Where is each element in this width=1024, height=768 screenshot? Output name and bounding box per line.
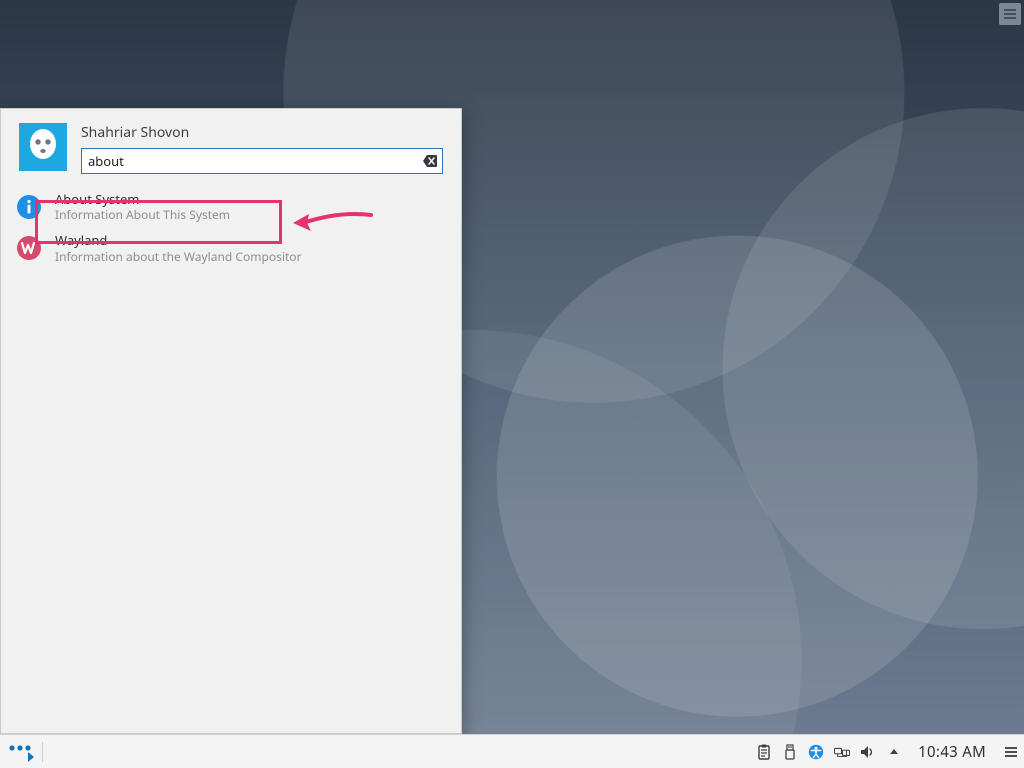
clear-search-button[interactable]: [420, 152, 440, 170]
search-field-container: [81, 148, 443, 174]
taskbar-separator: [42, 742, 43, 762]
system-tray: 10:43 AM: [756, 742, 1020, 762]
avatar-face-icon: [19, 123, 67, 171]
kde-logo-icon: [6, 741, 34, 763]
application-launcher: Shahriar Shovon: [0, 108, 462, 734]
result-title: Wayland: [55, 232, 302, 248]
wayland-icon: [15, 234, 43, 262]
result-wayland[interactable]: Wayland Information about the Wayland Co…: [11, 227, 451, 268]
clipboard-icon[interactable]: [756, 744, 772, 760]
tray-expand-arrow-icon[interactable]: [886, 744, 902, 760]
accessibility-icon[interactable]: [808, 744, 824, 760]
clock[interactable]: 10:43 AM: [918, 742, 986, 762]
hamburger-icon: [1005, 751, 1017, 753]
panel-options-button[interactable]: [1002, 743, 1020, 761]
network-icon[interactable]: [834, 744, 850, 760]
hamburger-icon: [1004, 13, 1016, 15]
result-title: About System: [55, 191, 230, 207]
result-description: Information About This System: [55, 207, 230, 222]
usb-device-icon[interactable]: [782, 744, 798, 760]
volume-icon[interactable]: [860, 744, 876, 760]
taskbar: 10:43 AM: [0, 734, 1024, 768]
user-name-label: Shahriar Shovon: [81, 123, 443, 142]
result-about-system[interactable]: About System Information About This Syst…: [11, 186, 451, 227]
backspace-icon: [422, 154, 438, 168]
search-results: About System Information About This Syst…: [1, 182, 461, 269]
application-launcher-button[interactable]: [6, 741, 34, 763]
result-description: Information about the Wayland Compositor: [55, 249, 302, 264]
info-icon: [15, 193, 43, 221]
search-input[interactable]: [88, 152, 420, 170]
user-avatar[interactable]: [19, 123, 67, 171]
launcher-header: Shahriar Shovon: [1, 109, 461, 182]
panel-options-button-top[interactable]: [999, 3, 1021, 25]
